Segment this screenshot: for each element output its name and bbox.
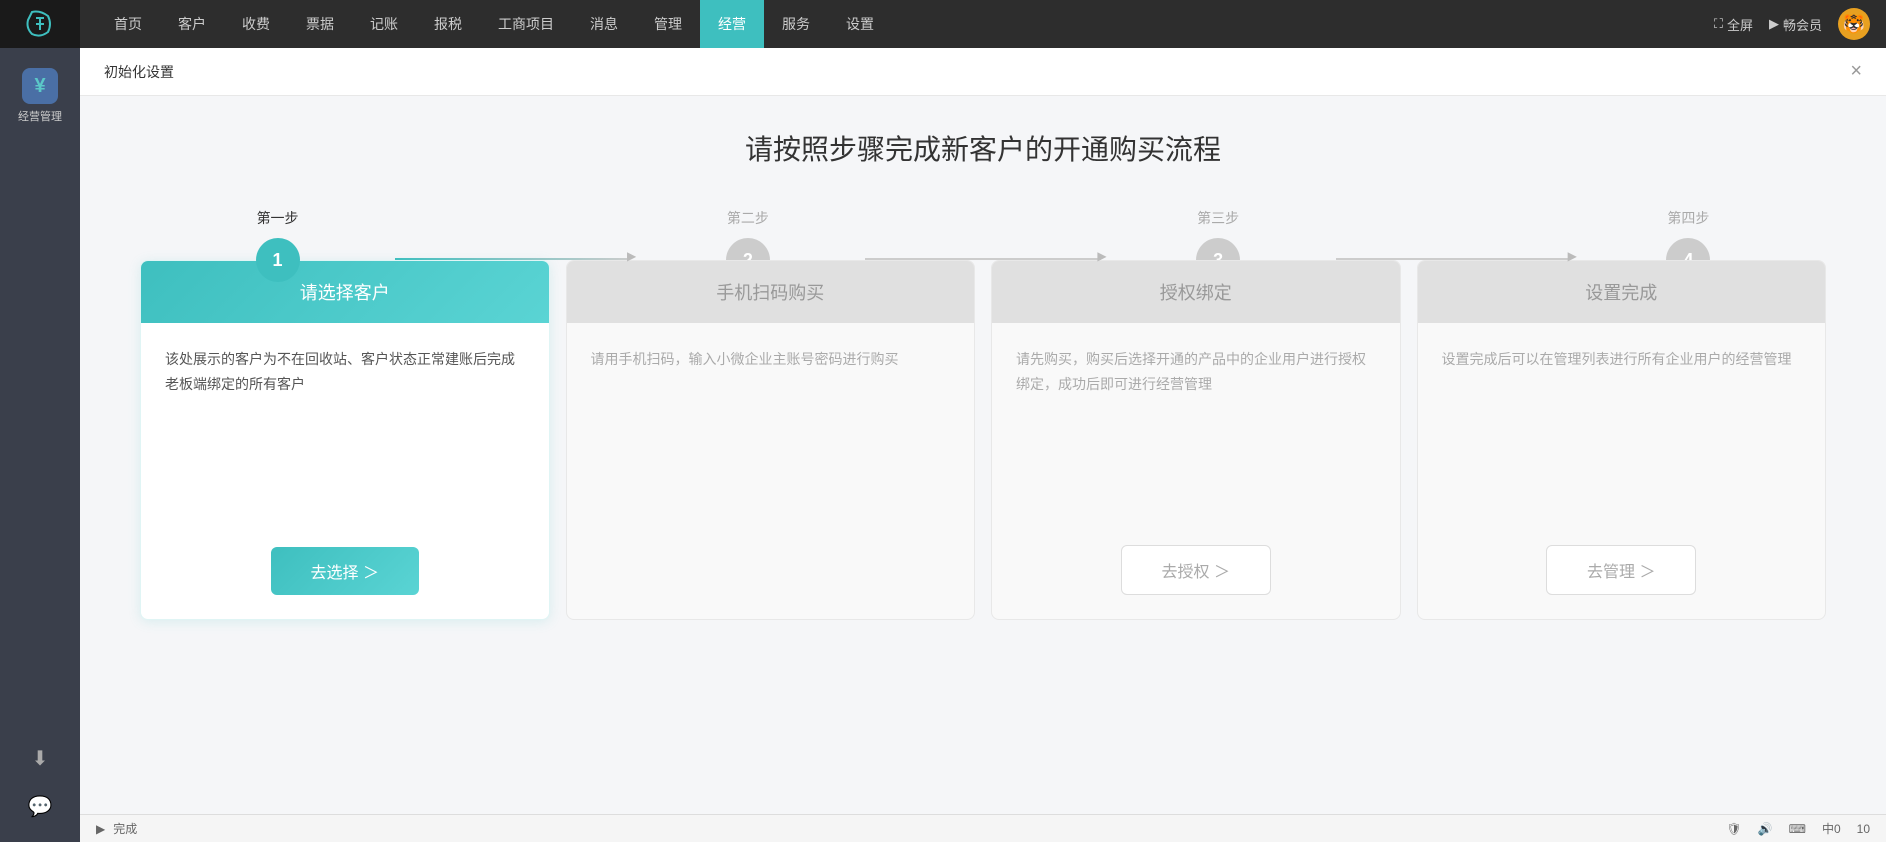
fullscreen-btn[interactable]: ⛶ 全屏 [1714,15,1753,34]
go-auth-button[interactable]: 去授权 ＞ [1121,545,1271,595]
arrow-2: ▶ [865,258,1100,260]
nav-home[interactable]: 首页 [96,0,160,48]
top-nav: 首页 客户 收费 票据 记账 报税 工商项目 消息 管理 经营 服务 设置 ⛶ … [0,0,1886,48]
nav-tax[interactable]: 报税 [416,0,480,48]
nav-fee[interactable]: 收费 [224,0,288,48]
card2-header: 手机扫码购买 [567,261,975,323]
card1-desc: 该处展示的客户为不在回收站、客户状态正常建账后完成老板端绑定的所有客户 [165,347,525,515]
card-step2: 手机扫码购买 请用手机扫码，输入小微企业主账号密码进行购买 [566,260,976,620]
card3-footer: 去授权 ＞ [992,529,1400,619]
flow-title: 请按照步骤完成新客户的开通购买流程 [140,128,1826,168]
go-manage-button[interactable]: 去管理 ＞ [1546,545,1696,595]
arrow-1: ▶ [395,258,630,260]
step4-label: 第四步 [1667,208,1709,228]
page-content: 请按照步骤完成新客户的开通购买流程 第一步 1 ▶ 第二步 2 [80,96,1886,814]
card-step1: 请选择客户 该处展示的客户为不在回收站、客户状态正常建账后完成老板端绑定的所有客… [140,260,550,620]
support-icon[interactable]: 💬 [20,786,60,826]
fullscreen-icon: ⛶ [1714,16,1723,32]
nav-service[interactable]: 服务 [764,0,828,48]
content-area: 初始化设置 × 请按照步骤完成新客户的开通购买流程 第一步 1 ▶ 第二步 [80,48,1886,842]
volume-icon: 🔊 [1758,822,1773,836]
time-indicator: 10 [1857,822,1870,836]
card1-footer: 去选择 ＞ [141,531,549,619]
card2-desc: 请用手机扫码，输入小微企业主账号密码进行购买 [591,347,951,563]
download-icon[interactable]: ⬇ [20,738,60,778]
logo-icon [24,8,56,40]
nav-right: ⛶ 全屏 ▶ 畅会员 🐯 [1714,8,1886,40]
logo[interactable] [0,0,80,48]
page-title: 初始化设置 [104,62,174,82]
nav-items: 首页 客户 收费 票据 记账 报税 工商项目 消息 管理 经营 服务 设置 [80,0,1714,48]
avatar[interactable]: 🐯 [1838,8,1870,40]
arrow-3: ▶ [1336,258,1571,260]
nav-settings[interactable]: 设置 [828,0,892,48]
nav-message[interactable]: 消息 [572,0,636,48]
card4-header: 设置完成 [1418,261,1826,323]
card4-footer: 去管理 ＞ [1418,529,1826,619]
sidebar-item-operation[interactable]: ¥ 经营管理 [0,56,80,136]
status-right: 🛡 🔊 ⌨ 中0 10 [1726,820,1870,837]
status-text: 完成 [113,820,137,837]
card3-header: 授权绑定 [992,261,1400,323]
card3-desc: 请先购买，购买后选择开通的产品中的企业用户进行授权绑定，成功后即可进行经营管理 [1016,347,1376,513]
card4-desc: 设置完成后可以在管理列表进行所有企业用户的经营管理 [1442,347,1802,513]
main-layout: ¥ 经营管理 ⬇ 💬 初始化设置 × 请按照步骤完成新客户的开通购买流程 第一步… [0,48,1886,842]
member-btn[interactable]: ▶ 畅会员 [1769,15,1822,34]
step3-label: 第三步 [1197,208,1239,228]
card4-body: 设置完成后可以在管理列表进行所有企业用户的经营管理 [1418,323,1826,529]
status-left: ▶ 完成 [96,820,137,837]
card-step4: 设置完成 设置完成后可以在管理列表进行所有企业用户的经营管理 去管理 ＞ [1417,260,1827,620]
card1-body: 该处展示的客户为不在回收站、客户状态正常建账后完成老板端绑定的所有客户 [141,323,549,531]
card2-footer [567,579,975,619]
shield-icon: 🛡 [1726,822,1741,836]
nav-business[interactable]: 工商项目 [480,0,572,48]
go-select-button[interactable]: 去选择 ＞ [271,547,419,595]
step2-label: 第二步 [727,208,769,228]
nav-invoice[interactable]: 票据 [288,0,352,48]
step1-circle: 1 [256,238,300,282]
play-icon: ▶ [1769,16,1779,32]
sidebar-item-label: 经营管理 [18,108,62,124]
card1-header: 请选择客户 [141,261,549,323]
nav-operation[interactable]: 经营 [700,0,764,48]
operation-icon: ¥ [22,68,58,104]
nav-manage[interactable]: 管理 [636,0,700,48]
step1-label: 第一步 [257,208,299,228]
nav-accounting[interactable]: 记账 [352,0,416,48]
nav-customer[interactable]: 客户 [160,0,224,48]
play-icon: ▶ [96,822,105,836]
card-step3: 授权绑定 请先购买，购买后选择开通的产品中的企业用户进行授权绑定，成功后即可进行… [991,260,1401,620]
sidebar-bottom: ⬇ 💬 [20,738,60,842]
status-bar: ▶ 完成 🛡 🔊 ⌨ 中0 10 [80,814,1886,842]
sidebar: ¥ 经营管理 ⬇ 💬 [0,48,80,842]
keyboard-icon: ⌨ [1789,822,1806,836]
close-button[interactable]: × [1850,60,1862,83]
ime-indicator: 中0 [1822,820,1841,837]
page-header: 初始化设置 × [80,48,1886,96]
card2-body: 请用手机扫码，输入小微企业主账号密码进行购买 [567,323,975,579]
cards-row: 请选择客户 该处展示的客户为不在回收站、客户状态正常建账后完成老板端绑定的所有客… [140,260,1826,620]
card3-body: 请先购买，购买后选择开通的产品中的企业用户进行授权绑定，成功后即可进行经营管理 [992,323,1400,529]
